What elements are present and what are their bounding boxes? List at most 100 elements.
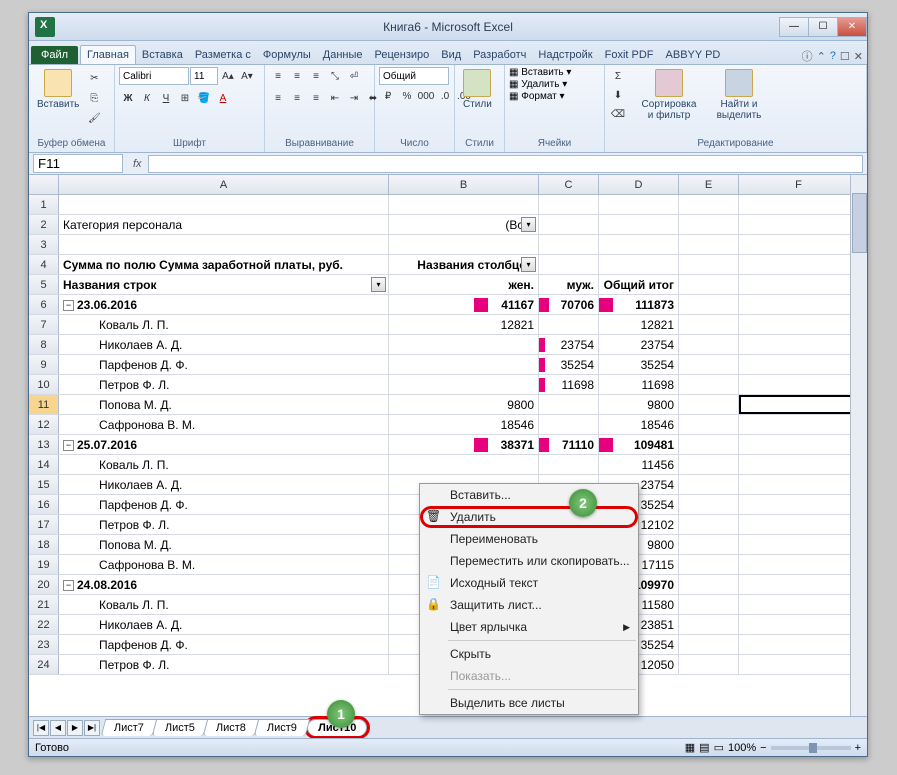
cell[interactable]: Коваль Л. П.: [59, 455, 389, 474]
tab-view[interactable]: Вид: [435, 46, 467, 64]
cell[interactable]: [679, 215, 739, 234]
cell[interactable]: 11698: [539, 375, 599, 394]
grid-row[interactable]: 14Коваль Л. П.11456: [29, 455, 867, 475]
cell[interactable]: [679, 415, 739, 434]
align-mid-icon[interactable]: ≡: [288, 67, 306, 85]
autosum-icon[interactable]: Σ: [609, 67, 627, 85]
cell[interactable]: [739, 435, 859, 454]
tab-layout[interactable]: Разметка с: [189, 46, 257, 64]
increase-font-icon[interactable]: A▴: [219, 67, 237, 85]
inc-decimal-icon[interactable]: .0: [436, 87, 454, 105]
ctx-move[interactable]: Переместить или скопировать...: [420, 550, 638, 572]
view-normal-icon[interactable]: ▦: [685, 741, 695, 754]
cell[interactable]: [679, 535, 739, 554]
cell[interactable]: [679, 255, 739, 274]
cell[interactable]: [739, 635, 859, 654]
cell[interactable]: 23754: [599, 335, 679, 354]
cell[interactable]: (Все)▾: [389, 215, 539, 234]
cell[interactable]: 12821: [599, 315, 679, 334]
row-header[interactable]: 1: [29, 195, 59, 214]
cell[interactable]: [679, 635, 739, 654]
row-header[interactable]: 5: [29, 275, 59, 294]
cell[interactable]: [539, 215, 599, 234]
cell[interactable]: [679, 595, 739, 614]
cell[interactable]: [739, 415, 859, 434]
tab-developer[interactable]: Разработч: [467, 46, 532, 64]
last-sheet-button[interactable]: ▶|: [84, 720, 100, 736]
cell[interactable]: [739, 615, 859, 634]
collapse-icon[interactable]: −: [63, 440, 74, 451]
sheet-tab[interactable]: Лист8: [203, 719, 260, 736]
cell[interactable]: [539, 395, 599, 414]
row-header[interactable]: 20: [29, 575, 59, 594]
ribbon-help-icon[interactable]: ?: [830, 50, 836, 62]
cell[interactable]: [539, 315, 599, 334]
cell[interactable]: Петров Ф. Л.: [59, 515, 389, 534]
ribbon-close-icon[interactable]: ✕: [854, 50, 863, 63]
cell[interactable]: [599, 255, 679, 274]
vertical-scrollbar[interactable]: [850, 175, 867, 720]
italic-button[interactable]: К: [138, 89, 156, 107]
font-color-button[interactable]: A: [214, 89, 232, 107]
cell[interactable]: 18546: [389, 415, 539, 434]
tab-formulas[interactable]: Формулы: [257, 46, 317, 64]
ctx-insert[interactable]: Вставить...: [420, 484, 638, 506]
tab-addins[interactable]: Надстройк: [532, 46, 598, 64]
clear-icon[interactable]: ⌫: [609, 105, 627, 123]
orientation-icon[interactable]: ⤡: [326, 67, 344, 85]
underline-button[interactable]: Ч: [157, 89, 175, 107]
cut-icon[interactable]: ✂: [85, 69, 103, 87]
row-header[interactable]: 19: [29, 555, 59, 574]
cell[interactable]: [389, 355, 539, 374]
tab-abbyy[interactable]: ABBYY PD: [660, 46, 727, 64]
cell[interactable]: −24.08.2016: [59, 575, 389, 594]
ctx-hide[interactable]: Скрыть: [420, 643, 638, 665]
grid-row[interactable]: 12Сафронова В. М.1854618546: [29, 415, 867, 435]
row-header[interactable]: 8: [29, 335, 59, 354]
cell[interactable]: [679, 655, 739, 674]
cell[interactable]: [679, 455, 739, 474]
grid-row[interactable]: 13−25.07.20163837171110109481: [29, 435, 867, 455]
cell[interactable]: 23754: [539, 335, 599, 354]
col-header-a[interactable]: A: [59, 175, 389, 194]
cell[interactable]: [389, 335, 539, 354]
row-header[interactable]: 17: [29, 515, 59, 534]
row-header[interactable]: 3: [29, 235, 59, 254]
file-tab[interactable]: Файл: [31, 46, 78, 64]
cell[interactable]: [739, 195, 859, 214]
view-break-icon[interactable]: ▭: [714, 741, 724, 754]
cell[interactable]: Коваль Л. П.: [59, 315, 389, 334]
row-header[interactable]: 15: [29, 475, 59, 494]
sort-filter-button[interactable]: Сортировка и фильтр: [635, 67, 703, 123]
scroll-thumb[interactable]: [852, 193, 867, 253]
grid-row[interactable]: 10Петров Ф. Л.1169811698: [29, 375, 867, 395]
align-left-icon[interactable]: ≡: [269, 89, 287, 107]
cells-insert-button[interactable]: ▦ Вставить ▾: [509, 67, 571, 78]
cell[interactable]: Парфенов Д. Ф.: [59, 495, 389, 514]
cell[interactable]: 9800: [599, 395, 679, 414]
row-header[interactable]: 22: [29, 615, 59, 634]
row-header[interactable]: 9: [29, 355, 59, 374]
cells-delete-button[interactable]: ▦ Удалить ▾: [509, 79, 567, 90]
tab-home[interactable]: Главная: [80, 45, 136, 64]
view-layout-icon[interactable]: ▤: [699, 741, 709, 754]
row-header[interactable]: 2: [29, 215, 59, 234]
ctx-select-all[interactable]: Выделить все листы: [420, 692, 638, 714]
next-sheet-button[interactable]: ▶: [67, 720, 83, 736]
filter-button[interactable]: ▾: [371, 277, 386, 292]
cell[interactable]: [739, 295, 859, 314]
grid-row[interactable]: 9Парфенов Д. Ф.3525435254: [29, 355, 867, 375]
cell[interactable]: 71110: [539, 435, 599, 454]
cell[interactable]: [739, 335, 859, 354]
cell[interactable]: [679, 335, 739, 354]
cell[interactable]: [679, 475, 739, 494]
grid-row[interactable]: 3: [29, 235, 867, 255]
row-header[interactable]: 12: [29, 415, 59, 434]
cell[interactable]: [679, 375, 739, 394]
cell[interactable]: [679, 235, 739, 254]
styles-button[interactable]: Стили: [459, 67, 496, 112]
ctx-rename[interactable]: Переименовать: [420, 528, 638, 550]
cell[interactable]: [389, 235, 539, 254]
ctx-delete[interactable]: 🗑Удалить: [420, 506, 638, 528]
cell[interactable]: 35254: [539, 355, 599, 374]
